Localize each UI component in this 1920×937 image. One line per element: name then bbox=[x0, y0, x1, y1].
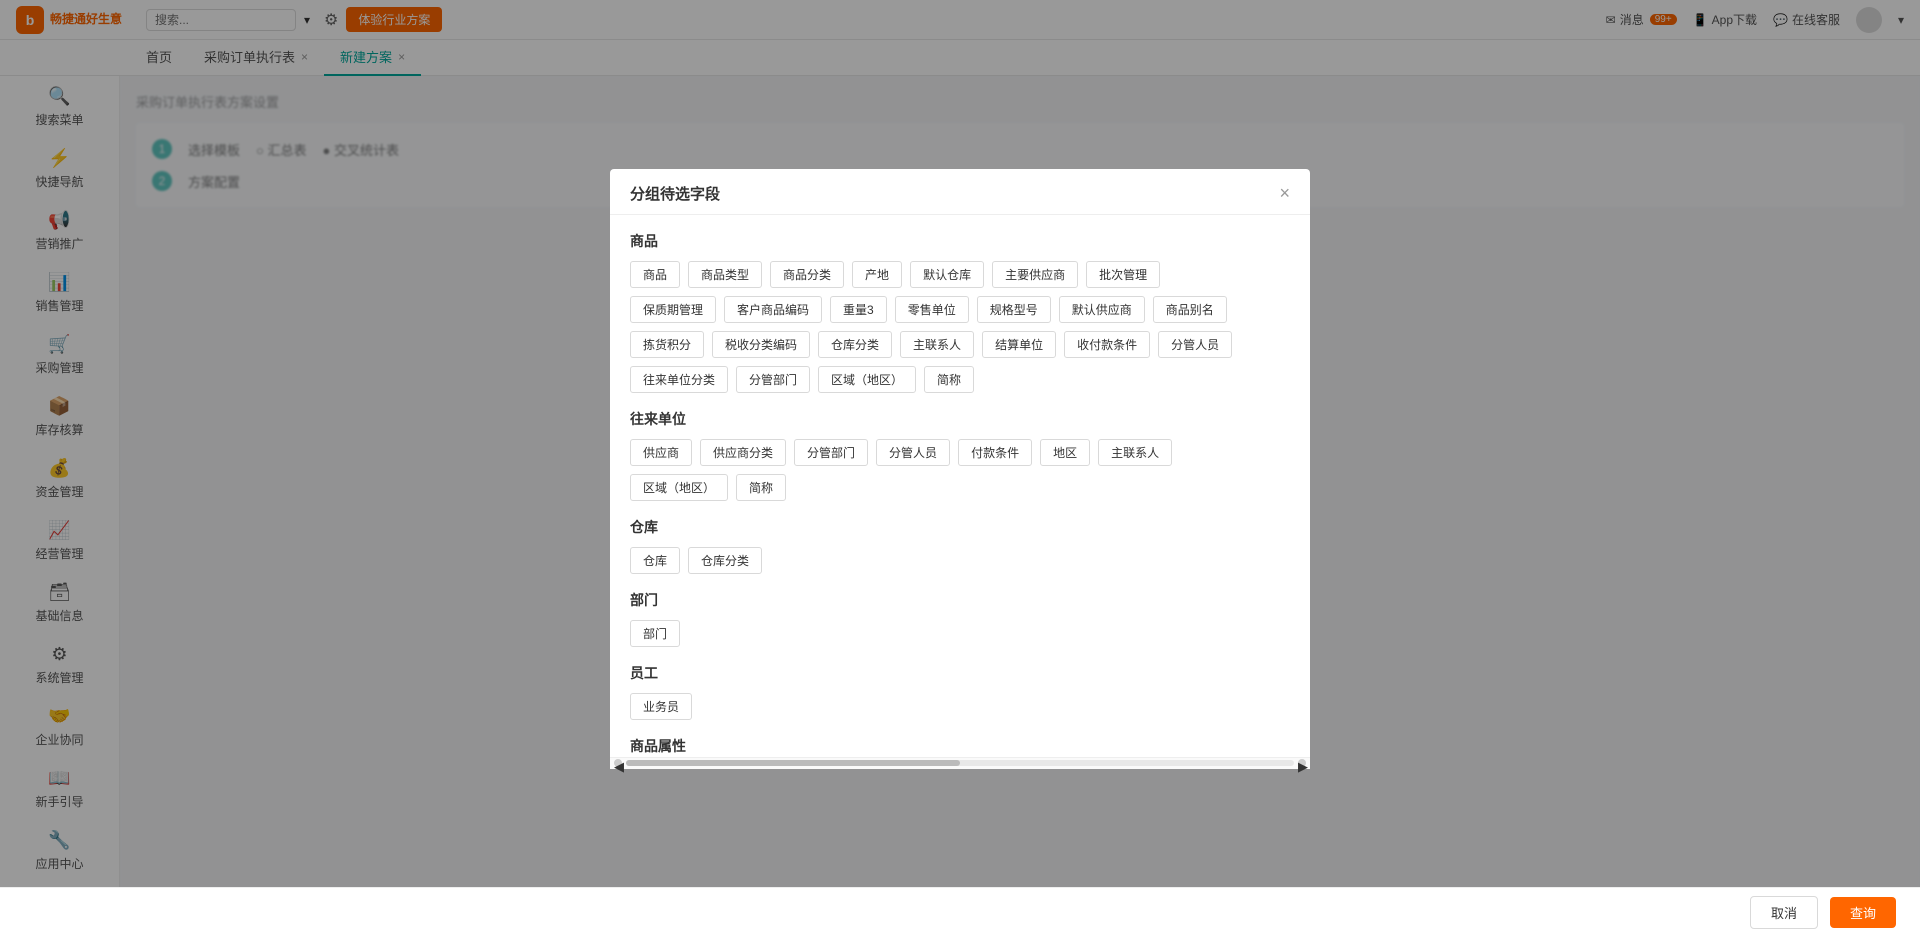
tag-product-10[interactable]: 重量3 bbox=[830, 296, 887, 323]
tag-product-21[interactable]: 分管人员 bbox=[1158, 331, 1232, 358]
tag-product-2[interactable]: 商品类型 bbox=[688, 261, 762, 288]
section-title-partner: 往来单位 bbox=[630, 409, 1290, 429]
tag-product-24[interactable]: 区域（地区） bbox=[818, 366, 916, 393]
field-select-modal: 分组待选字段 × 商品 商品 商品类型 商品分类 产地 默认仓库 主要供应商 批… bbox=[610, 169, 1310, 769]
tag-partner-7[interactable]: 主联系人 bbox=[1098, 439, 1172, 466]
tag-product-12[interactable]: 规格型号 bbox=[977, 296, 1051, 323]
tag-partner-5[interactable]: 付款条件 bbox=[958, 439, 1032, 466]
modal-header: 分组待选字段 × bbox=[610, 169, 1310, 215]
scroll-thumb bbox=[626, 760, 960, 766]
bottom-bar: 取消 查询 bbox=[0, 887, 1920, 937]
tag-partner-2[interactable]: 供应商分类 bbox=[700, 439, 786, 466]
tag-product-9[interactable]: 客户商品编码 bbox=[724, 296, 822, 323]
section-title-product-attr: 商品属性 bbox=[630, 736, 1290, 756]
section-title-warehouse: 仓库 bbox=[630, 517, 1290, 537]
tag-product-11[interactable]: 零售单位 bbox=[895, 296, 969, 323]
tag-product-6[interactable]: 主要供应商 bbox=[992, 261, 1078, 288]
modal-overlay: 分组待选字段 × 商品 商品 商品类型 商品分类 产地 默认仓库 主要供应商 批… bbox=[0, 0, 1920, 937]
product-tags-row-2: 保质期管理 客户商品编码 重量3 零售单位 规格型号 默认供应商 商品别名 bbox=[630, 296, 1290, 323]
product-tags-row-4: 往来单位分类 分管部门 区域（地区） 简称 bbox=[630, 366, 1290, 393]
tag-product-17[interactable]: 仓库分类 bbox=[818, 331, 892, 358]
tag-product-18[interactable]: 主联系人 bbox=[900, 331, 974, 358]
tag-product-15[interactable]: 拣货积分 bbox=[630, 331, 704, 358]
confirm-button[interactable]: 查询 bbox=[1830, 897, 1896, 928]
product-tags-row: 商品 商品类型 商品分类 产地 默认仓库 主要供应商 批次管理 bbox=[630, 261, 1290, 288]
tag-partner-8[interactable]: 区域（地区） bbox=[630, 474, 728, 501]
partner-tags-row-2: 区域（地区） 简称 bbox=[630, 474, 1290, 501]
partner-tags-row: 供应商 供应商分类 分管部门 分管人员 付款条件 地区 主联系人 bbox=[630, 439, 1290, 466]
tag-product-3[interactable]: 商品分类 bbox=[770, 261, 844, 288]
scroll-track[interactable] bbox=[626, 760, 1294, 766]
tag-product-22[interactable]: 往来单位分类 bbox=[630, 366, 728, 393]
tag-product-13[interactable]: 默认供应商 bbox=[1059, 296, 1145, 323]
tag-product-14[interactable]: 商品别名 bbox=[1153, 296, 1227, 323]
tag-product-25[interactable]: 简称 bbox=[924, 366, 974, 393]
tag-product-16[interactable]: 税收分类编码 bbox=[712, 331, 810, 358]
tag-warehouse-2[interactable]: 仓库分类 bbox=[688, 547, 762, 574]
modal-body[interactable]: 商品 商品 商品类型 商品分类 产地 默认仓库 主要供应商 批次管理 保质期管理… bbox=[610, 215, 1310, 757]
cancel-button[interactable]: 取消 bbox=[1750, 896, 1818, 929]
warehouse-tags-row: 仓库 仓库分类 bbox=[630, 547, 1290, 574]
tag-partner-9[interactable]: 简称 bbox=[736, 474, 786, 501]
modal-title: 分组待选字段 bbox=[630, 183, 720, 204]
tag-employee-1[interactable]: 业务员 bbox=[630, 693, 692, 720]
tag-product-5[interactable]: 默认仓库 bbox=[910, 261, 984, 288]
tag-product-7[interactable]: 批次管理 bbox=[1086, 261, 1160, 288]
tag-product-20[interactable]: 收付款条件 bbox=[1064, 331, 1150, 358]
tag-product-8[interactable]: 保质期管理 bbox=[630, 296, 716, 323]
horizontal-scrollbar[interactable]: ◀ ▶ bbox=[610, 757, 1310, 769]
tag-product-4[interactable]: 产地 bbox=[852, 261, 902, 288]
section-title-dept: 部门 bbox=[630, 590, 1290, 610]
tag-warehouse-1[interactable]: 仓库 bbox=[630, 547, 680, 574]
tag-product-1[interactable]: 商品 bbox=[630, 261, 680, 288]
employee-tags-row: 业务员 bbox=[630, 693, 1290, 720]
scroll-right-btn[interactable]: ▶ bbox=[1298, 759, 1306, 767]
modal-close-button[interactable]: × bbox=[1279, 183, 1290, 204]
tag-product-19[interactable]: 结算单位 bbox=[982, 331, 1056, 358]
scroll-left-btn[interactable]: ◀ bbox=[614, 759, 622, 767]
tag-partner-6[interactable]: 地区 bbox=[1040, 439, 1090, 466]
dept-tags-row: 部门 bbox=[630, 620, 1290, 647]
product-tags-row-3: 拣货积分 税收分类编码 仓库分类 主联系人 结算单位 收付款条件 分管人员 bbox=[630, 331, 1290, 358]
tag-partner-3[interactable]: 分管部门 bbox=[794, 439, 868, 466]
tag-product-23[interactable]: 分管部门 bbox=[736, 366, 810, 393]
tag-dept-1[interactable]: 部门 bbox=[630, 620, 680, 647]
section-title-employee: 员工 bbox=[630, 663, 1290, 683]
tag-partner-4[interactable]: 分管人员 bbox=[876, 439, 950, 466]
section-title-product: 商品 bbox=[630, 231, 1290, 251]
tag-partner-1[interactable]: 供应商 bbox=[630, 439, 692, 466]
